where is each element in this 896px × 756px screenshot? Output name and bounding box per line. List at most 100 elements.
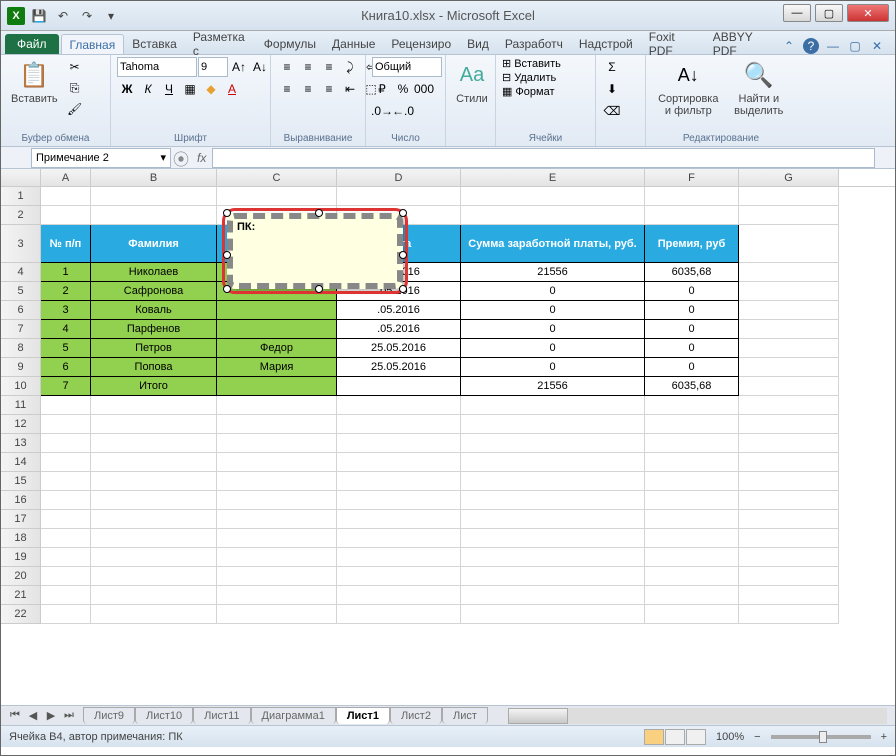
col-C[interactable]: C [217,169,337,186]
row-header[interactable]: 16 [1,491,41,510]
cell[interactable] [645,529,739,548]
cell[interactable] [217,567,337,586]
cell[interactable] [91,472,217,491]
cell[interactable]: 6 [41,358,91,377]
row-header[interactable]: 14 [1,453,41,472]
cell[interactable] [461,206,645,225]
copy-icon[interactable]: ⎘ [65,78,85,98]
cell[interactable] [91,415,217,434]
row-header[interactable]: 10 [1,377,41,396]
cell[interactable] [41,434,91,453]
zoom-slider[interactable] [771,735,871,739]
tab-addins[interactable]: Надстрой [571,34,641,54]
comma-icon[interactable]: 000 [414,79,434,99]
col-A[interactable]: A [41,169,91,186]
formula-input[interactable] [212,148,875,168]
cell[interactable]: Сумма заработной платы, руб. [461,225,645,263]
tab-data[interactable]: Данные [324,34,383,54]
row-header[interactable]: 17 [1,510,41,529]
col-B[interactable]: B [91,169,217,186]
cell[interactable] [461,415,645,434]
bold-icon[interactable]: Ж [117,79,137,99]
orientation-icon[interactable]: ⤸ [340,57,360,77]
italic-icon[interactable]: К [138,79,158,99]
cell[interactable] [217,396,337,415]
cell[interactable]: 25.05.2016 [337,358,461,377]
align-left-icon[interactable]: ≡ [277,79,297,99]
cell[interactable]: Николаев [91,263,217,282]
cell[interactable] [217,529,337,548]
row-header[interactable]: 15 [1,472,41,491]
cell[interactable] [645,206,739,225]
sheet-area[interactable]: A B C D E F G 123№ п/пФамилияДатаСумма з… [1,169,895,705]
doc-close-icon[interactable]: ✕ [869,38,885,54]
cell[interactable] [739,320,839,339]
font-size-select[interactable] [198,57,228,77]
cell[interactable]: Коваль [91,301,217,320]
cell[interactable] [645,434,739,453]
help-icon[interactable]: ? [803,38,819,54]
cell[interactable] [217,510,337,529]
cell[interactable] [41,605,91,624]
tab-developer[interactable]: Разработч [497,34,571,54]
cell[interactable] [217,377,337,396]
cell[interactable]: Сафронова [91,282,217,301]
tab-review[interactable]: Рецензиро [383,34,459,54]
zoom-in-icon[interactable]: + [881,731,887,743]
cell[interactable] [739,415,839,434]
align-bottom-icon[interactable]: ≡ [319,57,339,77]
cell[interactable] [91,605,217,624]
cell[interactable] [739,263,839,282]
cell[interactable] [41,548,91,567]
cell[interactable] [217,472,337,491]
cell[interactable]: Мария [217,358,337,377]
cell[interactable]: 0 [461,282,645,301]
name-box[interactable]: Примечание 2▾ [31,148,171,168]
cell[interactable] [217,453,337,472]
cell[interactable]: .05.2016 [337,301,461,320]
cell[interactable] [461,605,645,624]
cell[interactable]: 0 [461,339,645,358]
cell[interactable] [645,567,739,586]
cell[interactable] [645,491,739,510]
fill-color-icon[interactable]: ◆ [201,79,221,99]
row-header[interactable]: 6 [1,301,41,320]
decrease-decimal-icon[interactable]: ←.0 [393,101,413,121]
cell[interactable] [739,187,839,206]
cell[interactable] [91,567,217,586]
cell[interactable] [739,225,839,263]
cell[interactable] [91,586,217,605]
cell[interactable] [41,396,91,415]
file-tab[interactable]: Файл [5,34,59,54]
cell[interactable] [739,339,839,358]
increase-font-icon[interactable]: A↑ [229,57,249,77]
cell[interactable] [461,510,645,529]
autosum-icon[interactable]: Σ [602,57,622,77]
cell[interactable] [91,396,217,415]
cell[interactable]: 21556 [461,263,645,282]
sheet-tab-active[interactable]: Лист1 [336,707,390,724]
cell[interactable] [337,586,461,605]
cell[interactable] [739,358,839,377]
row-header[interactable]: 19 [1,548,41,567]
tab-layout[interactable]: Разметка с [185,34,256,54]
cell[interactable] [337,187,461,206]
row-header[interactable]: 21 [1,586,41,605]
zoom-level[interactable]: 100% [716,731,744,743]
cell[interactable] [217,301,337,320]
cell[interactable] [461,491,645,510]
cell[interactable]: Парфенов [91,320,217,339]
cell[interactable] [41,586,91,605]
cell[interactable] [645,510,739,529]
cell[interactable] [217,434,337,453]
cell[interactable] [217,548,337,567]
percent-icon[interactable]: % [393,79,413,99]
cell[interactable] [645,605,739,624]
cell[interactable]: 25.05.2016 [337,339,461,358]
cell[interactable] [461,586,645,605]
cell[interactable] [739,586,839,605]
cell[interactable] [217,605,337,624]
cell[interactable] [739,472,839,491]
align-right-icon[interactable]: ≡ [319,79,339,99]
cell[interactable] [91,491,217,510]
